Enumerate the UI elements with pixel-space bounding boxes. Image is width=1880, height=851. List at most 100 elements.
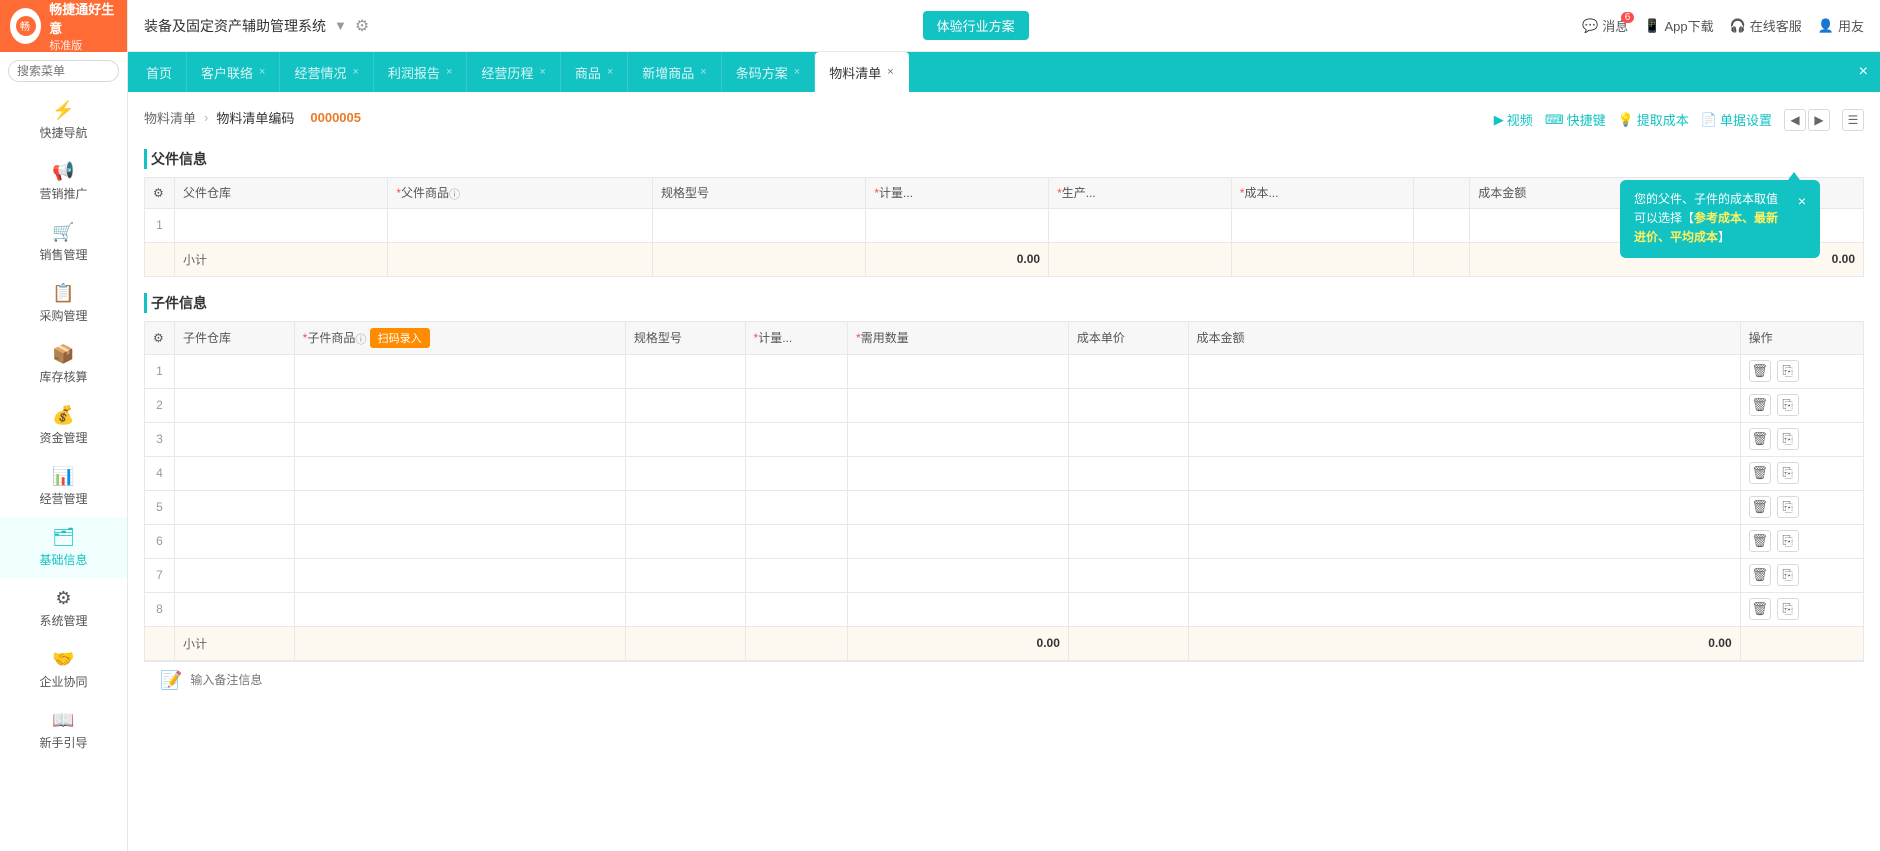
parent-row-1-warehouse[interactable]	[175, 208, 388, 242]
sidebar-item-marketing[interactable]: 📢 营销推广	[0, 151, 127, 212]
child-row-6-copy-btn[interactable]: ⎘	[1777, 530, 1799, 552]
tab-goods-close[interactable]: ×	[607, 66, 613, 78]
child-row-1-needed-qty[interactable]	[848, 354, 1069, 388]
child-row-2-warehouse[interactable]	[175, 388, 295, 422]
tab-barcode-close[interactable]: ×	[794, 66, 800, 78]
tab-home[interactable]: 首页	[132, 52, 187, 92]
child-row-1-unit-cost[interactable]	[1068, 354, 1188, 388]
parent-row-1-production[interactable]	[1049, 208, 1232, 242]
note-input[interactable]	[190, 673, 1848, 687]
child-row-7-needed-qty[interactable]	[848, 558, 1069, 592]
parent-row-1-qty[interactable]	[866, 208, 1049, 242]
child-row-4-warehouse[interactable]	[175, 456, 295, 490]
sidebar-item-finance[interactable]: 💰 资金管理	[0, 395, 127, 456]
scan-btn[interactable]: 扫码录入	[370, 328, 430, 348]
toolbar-video[interactable]: ▶ 视频	[1494, 110, 1533, 129]
child-row-7-spec[interactable]	[625, 558, 745, 592]
child-row-4-copy-btn[interactable]: ⎘	[1777, 462, 1799, 484]
child-row-2-needed-qty[interactable]	[848, 388, 1069, 422]
sidebar-item-purchase[interactable]: 📋 采购管理	[0, 273, 127, 334]
child-row-5-unit-cost[interactable]	[1068, 490, 1188, 524]
sidebar-item-quicknav[interactable]: ⚡ 快捷导航	[0, 90, 127, 151]
child-row-3-needed-qty[interactable]	[848, 422, 1069, 456]
child-row-1-qty-unit[interactable]	[745, 354, 847, 388]
tab-bom[interactable]: 物料清单 ×	[815, 52, 908, 92]
tab-barcode[interactable]: 条码方案 ×	[722, 52, 815, 92]
child-row-5-delete-btn[interactable]: 🗑	[1749, 496, 1771, 518]
child-row-3-copy-btn[interactable]: ⎘	[1777, 428, 1799, 450]
toolbar-shortcut[interactable]: ⌨ 快捷键	[1545, 110, 1606, 129]
tab-operations[interactable]: 经营情况 ×	[280, 52, 373, 92]
parent-row-1-goods[interactable]	[388, 208, 653, 242]
child-row-5-qty-unit[interactable]	[745, 490, 847, 524]
user-item[interactable]: 👤 用友	[1818, 16, 1864, 35]
child-row-2-goods[interactable]	[294, 388, 625, 422]
tab-bar-close-all[interactable]: ×	[1851, 63, 1876, 81]
online-service-item[interactable]: 🎧 在线客服	[1730, 16, 1802, 35]
child-row-3-warehouse[interactable]	[175, 422, 295, 456]
child-row-5-copy-btn[interactable]: ⎘	[1777, 496, 1799, 518]
child-row-5-goods[interactable]	[294, 490, 625, 524]
child-row-2-spec[interactable]	[625, 388, 745, 422]
child-row-2-qty-unit[interactable]	[745, 388, 847, 422]
child-row-1-warehouse[interactable]	[175, 354, 295, 388]
child-row-4-goods[interactable]	[294, 456, 625, 490]
child-row-1-spec[interactable]	[625, 354, 745, 388]
child-row-8-goods[interactable]	[294, 592, 625, 626]
parent-row-1-spec[interactable]	[653, 208, 866, 242]
child-row-2-copy-btn[interactable]: ⎘	[1777, 394, 1799, 416]
child-row-6-spec[interactable]	[625, 524, 745, 558]
child-row-1-goods[interactable]	[294, 354, 625, 388]
nav-prev[interactable]: ◀	[1784, 109, 1806, 131]
child-row-5-warehouse[interactable]	[175, 490, 295, 524]
child-row-7-goods[interactable]	[294, 558, 625, 592]
sidebar-item-basic-info[interactable]: 🗂 基础信息	[0, 517, 127, 578]
child-row-8-copy-btn[interactable]: ⎘	[1777, 598, 1799, 620]
child-row-7-unit-cost[interactable]	[1068, 558, 1188, 592]
dropdown-arrow[interactable]: ▼	[334, 18, 347, 33]
child-row-1-delete-btn[interactable]: 🗑	[1749, 360, 1771, 382]
tab-bom-close[interactable]: ×	[887, 66, 893, 78]
child-row-3-spec[interactable]	[625, 422, 745, 456]
tab-history-close[interactable]: ×	[539, 66, 545, 78]
tooltip-close-btn[interactable]: ×	[1798, 190, 1806, 212]
child-row-7-delete-btn[interactable]: 🗑	[1749, 564, 1771, 586]
tab-new-goods[interactable]: 新增商品 ×	[628, 52, 721, 92]
message-item[interactable]: 💬 消息 6	[1582, 16, 1628, 35]
parent-col-settings[interactable]: ⚙	[145, 178, 175, 209]
child-row-3-goods[interactable]	[294, 422, 625, 456]
child-row-8-spec[interactable]	[625, 592, 745, 626]
child-row-6-needed-qty[interactable]	[848, 524, 1069, 558]
child-row-1-copy-btn[interactable]: ⎘	[1777, 360, 1799, 382]
child-row-6-warehouse[interactable]	[175, 524, 295, 558]
child-row-5-needed-qty[interactable]	[848, 490, 1069, 524]
trial-button[interactable]: 体验行业方案	[923, 11, 1029, 40]
tab-profit-close[interactable]: ×	[446, 66, 452, 78]
child-row-6-unit-cost[interactable]	[1068, 524, 1188, 558]
child-row-4-qty-unit[interactable]	[745, 456, 847, 490]
child-row-6-qty-unit[interactable]	[745, 524, 847, 558]
child-row-8-needed-qty[interactable]	[848, 592, 1069, 626]
settings-icon[interactable]: ⚙	[355, 16, 369, 36]
app-download-item[interactable]: 📱 App下载	[1644, 16, 1713, 35]
tab-new-goods-close[interactable]: ×	[700, 66, 706, 78]
tab-goods[interactable]: 商品 ×	[561, 52, 628, 92]
tab-operations-close[interactable]: ×	[352, 66, 358, 78]
sidebar-item-collab[interactable]: 🤝 企业协同	[0, 639, 127, 700]
child-row-8-warehouse[interactable]	[175, 592, 295, 626]
child-row-2-unit-cost[interactable]	[1068, 388, 1188, 422]
sidebar-item-system[interactable]: ⚙ 系统管理	[0, 578, 127, 639]
child-row-8-qty-unit[interactable]	[745, 592, 847, 626]
child-row-6-goods[interactable]	[294, 524, 625, 558]
child-row-3-qty-unit[interactable]	[745, 422, 847, 456]
tab-profit[interactable]: 利润报告 ×	[374, 52, 467, 92]
child-row-3-unit-cost[interactable]	[1068, 422, 1188, 456]
child-row-6-delete-btn[interactable]: 🗑	[1749, 530, 1771, 552]
search-input[interactable]	[8, 60, 119, 82]
sidebar-item-sales[interactable]: 🛒 销售管理	[0, 212, 127, 273]
child-row-4-unit-cost[interactable]	[1068, 456, 1188, 490]
child-row-7-warehouse[interactable]	[175, 558, 295, 592]
child-row-7-qty-unit[interactable]	[745, 558, 847, 592]
child-row-3-delete-btn[interactable]: 🗑	[1749, 428, 1771, 450]
tab-customer-close[interactable]: ×	[259, 66, 265, 78]
